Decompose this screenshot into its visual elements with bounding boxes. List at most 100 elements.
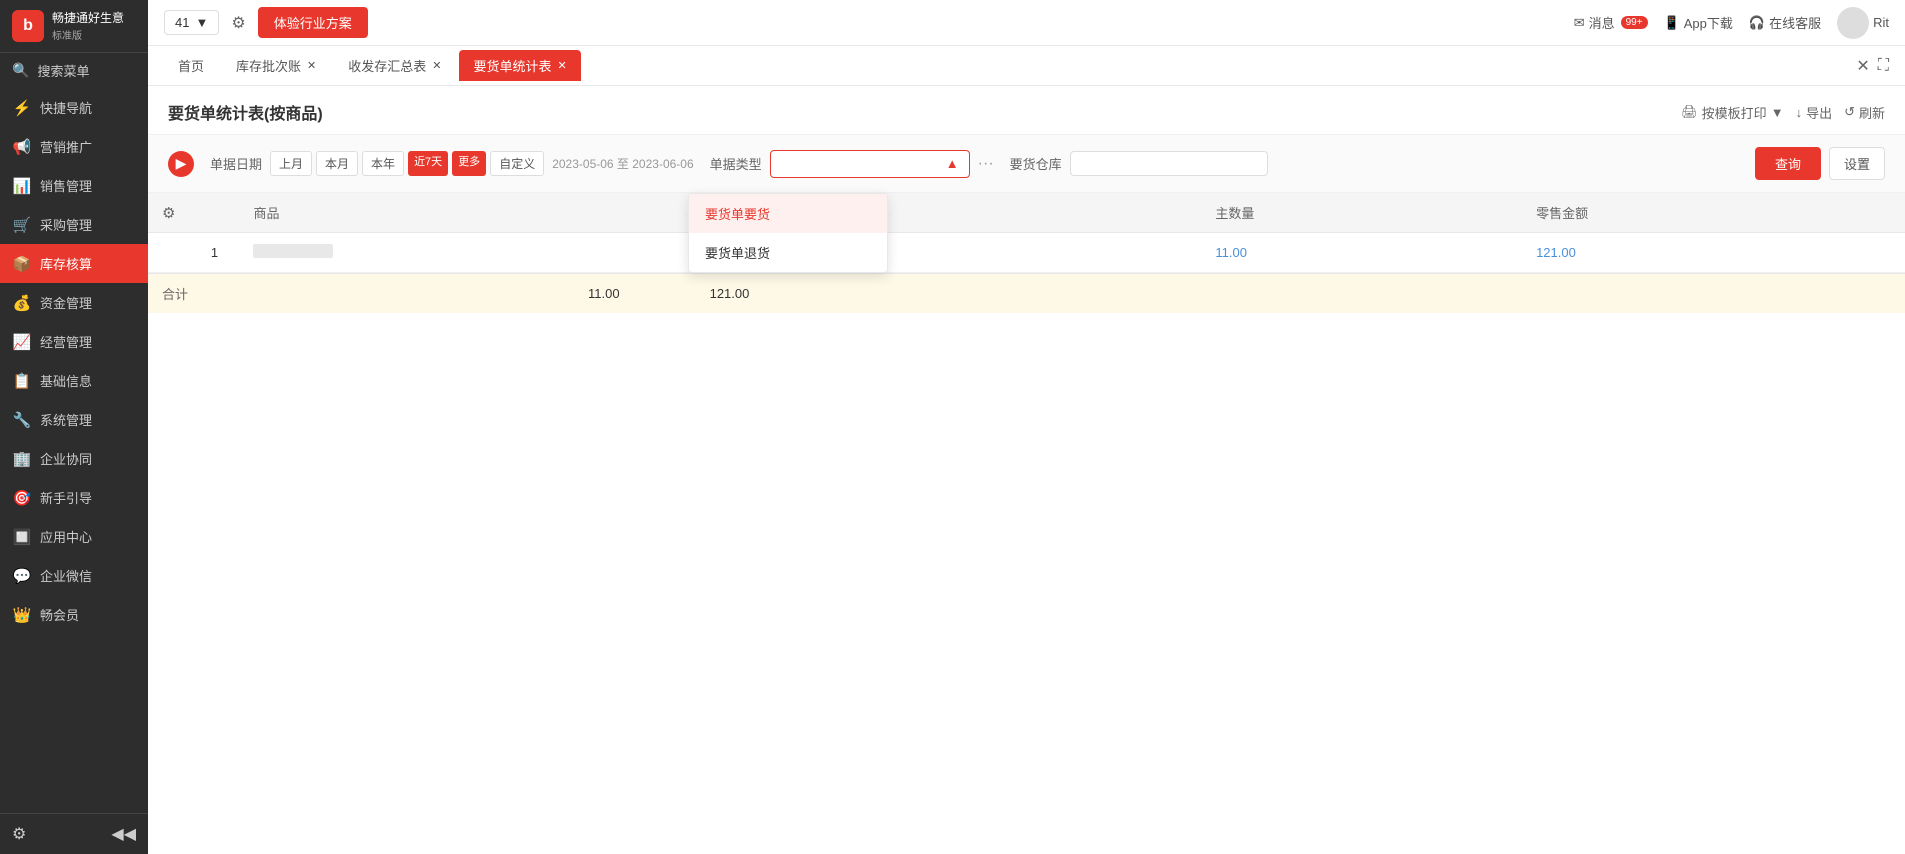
sidebar-item-label: 销售管理 — [40, 176, 92, 195]
date-filter-group: 单据日期 上月 本月 本年 近7天 更多 自定义 2023-05-06 至 20… — [210, 151, 694, 176]
tab-inventory-batch[interactable]: 库存批次账 ✕ — [222, 50, 330, 81]
type-input-value — [781, 155, 941, 173]
this-month-btn[interactable]: 本月 — [316, 151, 358, 176]
sidebar-item-quick-nav[interactable]: ⚡ 快捷导航 — [0, 88, 148, 127]
sidebar-item-label: 快捷导航 — [40, 98, 92, 117]
basic-info-icon: 📋 — [12, 372, 32, 390]
filter-more-icon[interactable]: ··· — [978, 155, 994, 173]
app-download-action[interactable]: 📱 App下载 — [1664, 13, 1733, 32]
sidebar-item-enterprise[interactable]: 🏢 企业协同 — [0, 439, 148, 478]
close-all-icon[interactable]: ✕ — [1856, 56, 1869, 76]
quantity-link[interactable]: 11.00 — [1215, 245, 1247, 260]
row-amount: 121.00 — [1522, 233, 1905, 273]
purchase-icon: 🛒 — [12, 216, 32, 234]
table-header-row: ⚙ 商品 主计量单位 主数量 零售金额 — [148, 193, 1905, 233]
sidebar-item-label: 畅会员 — [40, 605, 79, 624]
type-filter-label: 单据类型 — [710, 154, 762, 173]
last-month-btn[interactable]: 上月 — [270, 151, 312, 176]
page-content: 要货单统计表(按商品) 🖨 按模板打印 ▼ ↓ 导出 ↺ 刷新 ▶ — [148, 86, 1905, 854]
row-no: 1 — [189, 233, 239, 273]
marketing-icon: 📢 — [12, 138, 32, 156]
amount-link[interactable]: 121.00 — [1536, 245, 1576, 260]
wechat-icon: 💬 — [12, 567, 32, 585]
messages-badge: 99+ — [1621, 16, 1648, 29]
search-icon: 🔍 — [12, 62, 29, 79]
sidebar-item-operations[interactable]: 📈 经营管理 — [0, 322, 148, 361]
sidebar-item-marketing[interactable]: 📢 营销推广 — [0, 127, 148, 166]
export-action[interactable]: ↓ 导出 — [1796, 103, 1833, 122]
collapse-icon[interactable]: ◀◀ — [111, 824, 136, 844]
print-action[interactable]: 🖨 按模板打印 ▼ — [1681, 103, 1783, 122]
sidebar-item-basic-info[interactable]: 📋 基础信息 — [0, 361, 148, 400]
sidebar-item-system[interactable]: 🔧 系统管理 — [0, 400, 148, 439]
dropdown-item-requisition-order[interactable]: 要货单要货 — [689, 194, 887, 233]
refresh-label: 刷新 — [1859, 103, 1885, 122]
tab-home[interactable]: 首页 — [164, 50, 218, 81]
table-settings-icon[interactable]: ⚙ — [162, 205, 175, 222]
tab-requisition-stats[interactable]: 要货单统计表 ✕ — [459, 50, 580, 81]
sidebar-item-purchase[interactable]: 🛒 采购管理 — [0, 205, 148, 244]
warehouse-input[interactable] — [1070, 151, 1268, 176]
chevron-down-icon: ▼ — [195, 15, 208, 30]
refresh-action[interactable]: ↺ 刷新 — [1844, 103, 1885, 122]
sidebar-item-finance[interactable]: 💰 资金管理 — [0, 283, 148, 322]
this-year-btn[interactable]: 本年 — [362, 151, 404, 176]
sidebar-item-guide[interactable]: 🎯 新手引导 — [0, 478, 148, 517]
sidebar-item-wechat[interactable]: 💬 企业微信 — [0, 556, 148, 595]
settings-icon[interactable]: ⚙ — [12, 824, 26, 844]
sidebar-item-inventory[interactable]: 📦 库存核算 — [0, 244, 148, 283]
messages-action[interactable]: ✉ 消息 99+ — [1574, 13, 1648, 32]
tab-receivable-summary-label: 收发存汇总表 — [348, 56, 426, 75]
query-btn[interactable]: 查询 — [1755, 147, 1821, 180]
sidebar-item-label: 系统管理 — [40, 410, 92, 429]
topbar: 41 ▼ ⚙ 体验行业方案 ✉ 消息 99+ 📱 App下载 🎧 在线客服 R — [148, 0, 1905, 46]
app-logo-icon: b — [12, 10, 44, 42]
phone-icon: 📱 — [1664, 15, 1680, 31]
guide-icon: 🎯 — [12, 489, 32, 507]
export-icon: ↓ — [1796, 105, 1803, 120]
dropdown-item-requisition-return[interactable]: 要货单退货 — [689, 233, 887, 272]
type-input[interactable]: ▲ — [770, 150, 970, 178]
custom-date-btn[interactable]: 自定义 — [490, 151, 544, 176]
topbar-settings-icon[interactable]: ⚙ — [231, 13, 245, 33]
tab-requisition-stats-label: 要货单统计表 — [473, 56, 551, 75]
search-menu-item[interactable]: 🔍 搜索菜单 — [0, 53, 148, 88]
recent-7d-btn[interactable]: 近7天 — [408, 151, 448, 176]
settings-btn[interactable]: 设置 — [1829, 147, 1885, 180]
chevron-down-icon: ▼ — [1771, 105, 1784, 120]
message-icon: ✉ — [1574, 15, 1585, 31]
warehouse-filter-group: 要货仓库 — [1010, 151, 1268, 176]
type-dropdown: 要货单要货 要货单退货 — [688, 193, 888, 273]
user-name: Rit — [1873, 15, 1889, 30]
filter-expand-btn[interactable]: ▶ — [168, 151, 194, 177]
trial-btn[interactable]: 体验行业方案 — [258, 7, 368, 38]
table-area: ⚙ 商品 主计量单位 主数量 零售金额 1 — [148, 193, 1905, 273]
more-dates-badge[interactable]: 更多 — [452, 151, 486, 176]
finance-icon: 💰 — [12, 294, 32, 312]
tab-receivable-summary[interactable]: 收发存汇总表 ✕ — [334, 50, 455, 81]
filter-area: ▶ 单据日期 上月 本月 本年 近7天 更多 自定义 2023-05-06 至 … — [148, 135, 1905, 193]
search-menu-label: 搜索菜单 — [37, 61, 89, 80]
refresh-icon: ↺ — [1844, 104, 1855, 120]
online-service-action[interactable]: 🎧 在线客服 — [1749, 13, 1821, 32]
tab-close-icon[interactable]: ✕ — [558, 59, 567, 72]
type-filter-group: 单据类型 ▲ ··· — [710, 150, 994, 178]
sidebar-item-label: 库存核算 — [40, 254, 92, 273]
tab-close-icon[interactable]: ✕ — [432, 59, 441, 72]
user-avatar-action[interactable]: Rit — [1837, 7, 1889, 39]
sidebar-item-label: 应用中心 — [40, 527, 92, 546]
sidebar-item-sales[interactable]: 📊 销售管理 — [0, 166, 148, 205]
table-row: 1 块 11.00 121.00 — [148, 233, 1905, 273]
type-chevron-up-icon[interactable]: ▲ — [946, 156, 959, 171]
operations-icon: 📈 — [12, 333, 32, 351]
col-no — [189, 193, 239, 233]
topbar-right: ✉ 消息 99+ 📱 App下载 🎧 在线客服 Rit — [1574, 7, 1889, 39]
data-table: ⚙ 商品 主计量单位 主数量 零售金额 1 — [148, 193, 1905, 273]
sidebar-item-app-center[interactable]: 🔲 应用中心 — [0, 517, 148, 556]
sidebar-nav: ⚡ 快捷导航 📢 营销推广 📊 销售管理 🛒 采购管理 📦 库存核算 💰 资金管… — [0, 88, 148, 813]
maximize-icon[interactable]: ⛶ — [1878, 57, 1889, 75]
tab-close-icon[interactable]: ✕ — [307, 59, 316, 72]
sidebar-item-vip[interactable]: 👑 畅会员 — [0, 595, 148, 634]
store-selector[interactable]: 41 ▼ — [164, 10, 219, 35]
col-quantity-header: 主数量 — [1201, 193, 1522, 233]
